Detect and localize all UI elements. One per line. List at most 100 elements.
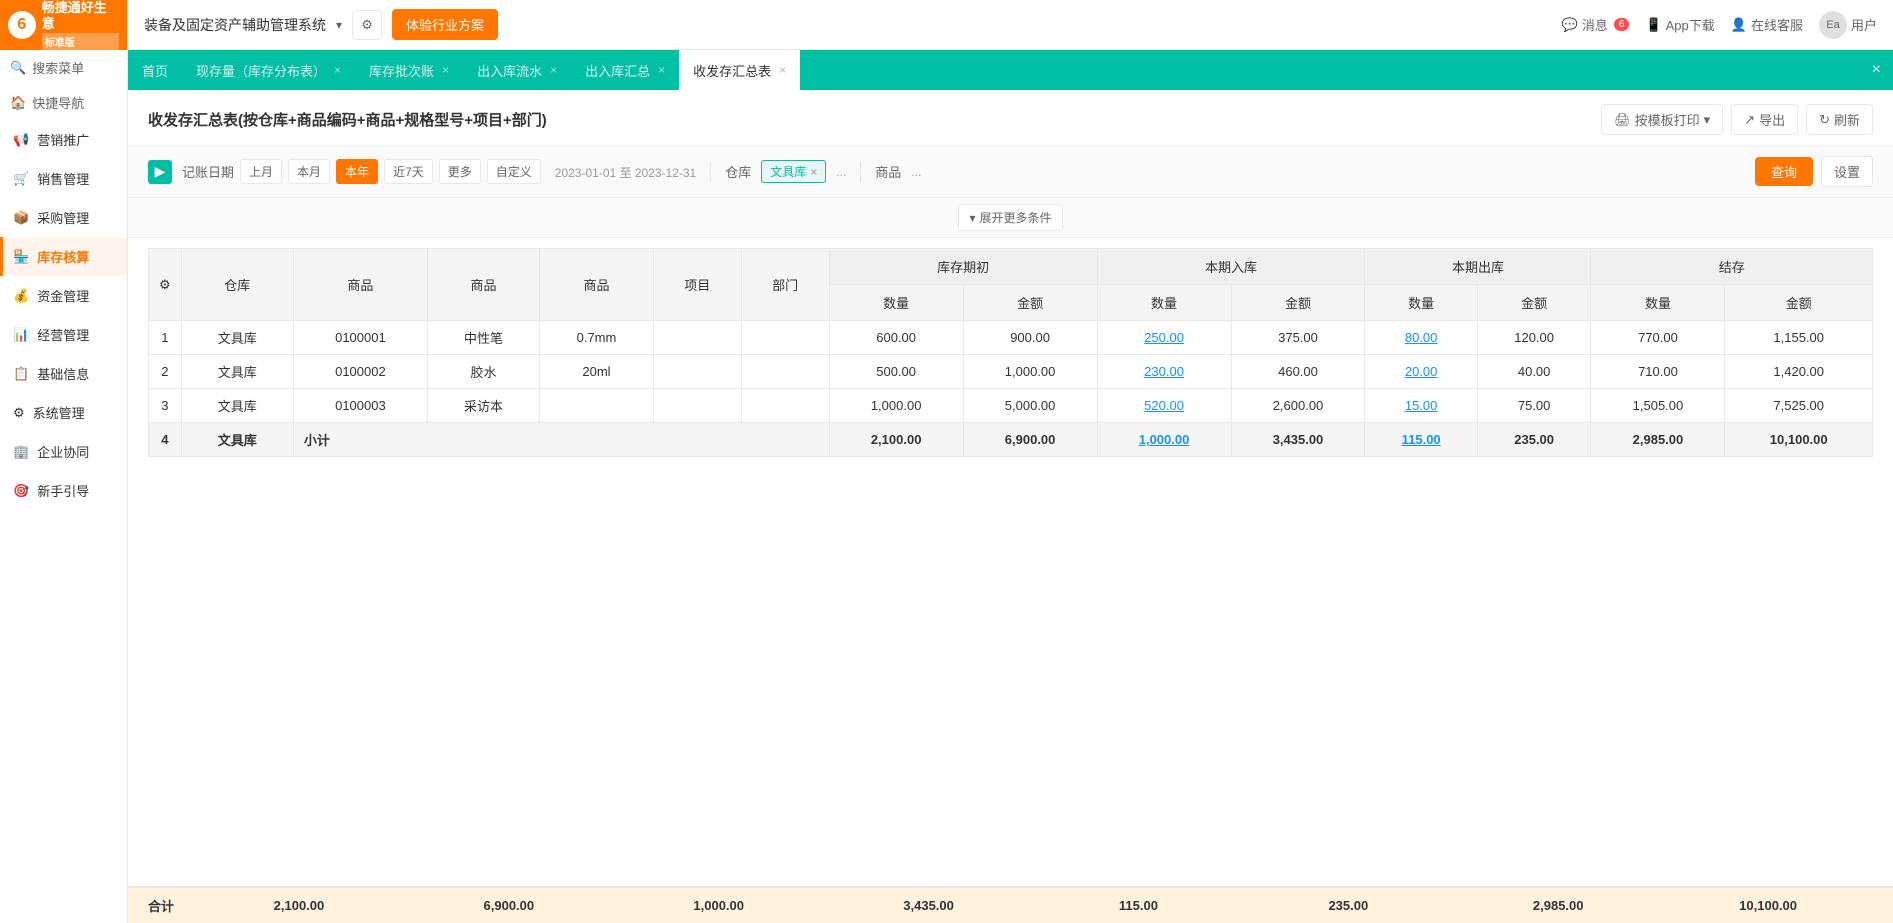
row-open-qty: 500.00 <box>829 355 963 389</box>
chevron-down-icon: ▾ <box>969 211 975 225</box>
messages-button[interactable]: 💬 消息 6 <box>1562 15 1630 34</box>
col-header-out-qty: 数量 <box>1365 285 1477 321</box>
row-out-qty[interactable]: 15.00 <box>1365 389 1477 423</box>
footer-open-amt: 6,900.00 <box>404 898 614 913</box>
user-menu[interactable]: Ea 用户 <box>1819 11 1877 39</box>
row-dept <box>741 355 829 389</box>
tab-label: 出入库汇总 <box>585 61 650 80</box>
filter-expand-button[interactable]: ▶ <box>148 160 172 184</box>
sidebar-item-label: 系统管理 <box>33 403 85 422</box>
chevron-down-icon: ▾ <box>336 18 342 32</box>
row-out-amt: 40.00 <box>1477 355 1591 389</box>
tab-batch[interactable]: 库存批次账 × <box>355 50 463 90</box>
system-icon: ⚙ <box>13 405 25 421</box>
sidebar-item-system[interactable]: ⚙ 系统管理 <box>0 393 127 432</box>
col-header-close-qty: 数量 <box>1591 285 1725 321</box>
sidebar-item-marketing[interactable]: 📢 营销推广 <box>0 120 127 159</box>
sidebar-item-search[interactable]: 🔍 搜索菜单 <box>0 50 127 85</box>
row-out-qty[interactable]: 80.00 <box>1365 321 1477 355</box>
date-7days-btn[interactable]: 近7天 <box>384 159 433 184</box>
sales-icon: 🛒 <box>13 171 29 187</box>
sidebar-item-label: 基础信息 <box>37 364 89 383</box>
export-button[interactable]: ↗ 导出 <box>1731 104 1798 135</box>
refresh-button[interactable]: ↻ 刷新 <box>1806 104 1873 135</box>
goods-more[interactable]: ... <box>911 165 921 179</box>
date-this-month-btn[interactable]: 本月 <box>288 159 330 184</box>
row-out-amt: 75.00 <box>1477 389 1591 423</box>
data-table: ⚙ 仓库 商品 商品 商品 项目 部门 库存期初 本期入库 本期出库 结存 数量 <box>148 248 1873 457</box>
col-group-out: 本期出库 <box>1365 249 1591 285</box>
tab-recv-summary[interactable]: 收发存汇总表 × <box>679 50 800 90</box>
sidebar-item-label: 企业协同 <box>37 442 89 461</box>
tab-close-icon[interactable]: × <box>658 63 665 77</box>
warehouse-tag-label: 文具库 <box>770 163 806 180</box>
sidebar-item-guide[interactable]: 🎯 新手引导 <box>0 471 127 510</box>
sidebar-item-basic-info[interactable]: 📋 基础信息 <box>0 354 127 393</box>
col-header-goods-spec: 商品 <box>540 249 654 321</box>
tab-stock-dist[interactable]: 现存量（库存分布表） × <box>182 50 355 90</box>
row-dept <box>741 321 829 355</box>
row-no: 1 <box>149 321 182 355</box>
sidebar-item-quick-nav[interactable]: 🏠 快捷导航 <box>0 85 127 120</box>
system-dropdown[interactable]: ▾ <box>336 18 342 32</box>
settings-button[interactable]: ⚙ <box>352 10 382 40</box>
subtotal-out-qty[interactable]: 115.00 <box>1365 423 1477 457</box>
row-in-qty[interactable]: 250.00 <box>1097 321 1231 355</box>
app-download-button[interactable]: 📱 App下载 <box>1645 15 1714 34</box>
tab-close-icon[interactable]: × <box>550 63 557 77</box>
tab-close-icon[interactable]: × <box>779 63 786 77</box>
subtotal-open-amt: 6,900.00 <box>963 423 1097 457</box>
total-label: 合计 <box>148 896 174 915</box>
sidebar-item-purchase[interactable]: 📦 采购管理 <box>0 198 127 237</box>
sidebar-item-finance[interactable]: 💰 资金管理 <box>0 276 127 315</box>
tab-close-icon[interactable]: × <box>334 63 341 77</box>
row-warehouse: 文具库 <box>181 355 293 389</box>
warehouse-more[interactable]: ... <box>836 165 846 179</box>
tab-label: 现存量（库存分布表） <box>196 61 326 80</box>
row-open-amt: 1,000.00 <box>963 355 1097 389</box>
tab-close-icon[interactable]: × <box>442 63 449 77</box>
row-open-qty: 600.00 <box>829 321 963 355</box>
sidebar-item-operation[interactable]: 📊 经营管理 <box>0 315 127 354</box>
col-header-open-qty: 数量 <box>829 285 963 321</box>
expand-more-conditions-button[interactable]: ▾ 展开更多条件 <box>958 204 1062 231</box>
refresh-icon: ↻ <box>1819 112 1830 128</box>
sidebar-item-sales[interactable]: 🛒 销售管理 <box>0 159 127 198</box>
warehouse-tag-close[interactable]: × <box>810 165 817 179</box>
row-in-amt: 2,600.00 <box>1231 389 1365 423</box>
footer-in-amt: 3,435.00 <box>824 898 1034 913</box>
date-last-month-btn[interactable]: 上月 <box>240 159 282 184</box>
row-out-qty[interactable]: 20.00 <box>1365 355 1477 389</box>
sidebar-item-corp[interactable]: 🏢 企业协同 <box>0 432 127 471</box>
online-service-button[interactable]: 👤 在线客服 <box>1731 15 1803 34</box>
row-in-qty[interactable]: 520.00 <box>1097 389 1231 423</box>
row-goods-spec <box>540 389 654 423</box>
subtotal-warehouse: 文具库 <box>181 423 293 457</box>
col-header-open-amt: 金额 <box>963 285 1097 321</box>
subtotal-close-amt: 10,100.00 <box>1725 423 1873 457</box>
row-close-amt: 1,420.00 <box>1725 355 1873 389</box>
row-in-qty[interactable]: 230.00 <box>1097 355 1231 389</box>
message-badge: 6 <box>1614 18 1630 31</box>
close-all-tabs-button[interactable]: × <box>1860 61 1893 79</box>
date-custom-btn[interactable]: 自定义 <box>487 159 541 184</box>
row-close-amt: 7,525.00 <box>1725 389 1873 423</box>
subtotal-label: 小计 <box>293 423 829 457</box>
sidebar-item-inventory[interactable]: 🏪 库存核算 <box>0 237 127 276</box>
sidebar-item-label: 新手引导 <box>37 481 89 500</box>
date-this-year-btn[interactable]: 本年 <box>336 159 378 184</box>
tab-inout-summary[interactable]: 出入库汇总 × <box>571 50 679 90</box>
settings-button[interactable]: 设置 <box>1821 156 1873 187</box>
try-industry-button[interactable]: 体验行业方案 <box>392 9 498 40</box>
tab-home[interactable]: 首页 <box>128 50 182 90</box>
query-button[interactable]: 查询 <box>1755 157 1813 186</box>
sidebar-item-label: 资金管理 <box>37 286 89 305</box>
print-button[interactable]: 🖨 按模板打印 ▾ <box>1601 104 1723 135</box>
tab-inout-flow[interactable]: 出入库流水 × <box>463 50 571 90</box>
table-settings-header[interactable]: ⚙ <box>149 249 182 321</box>
col-header-goods-code: 商品 <box>293 249 427 321</box>
date-more-btn[interactable]: 更多 <box>439 159 481 184</box>
print-icon: 🖨 <box>1614 112 1631 128</box>
subtotal-in-qty[interactable]: 1,000.00 <box>1097 423 1231 457</box>
page-content: 收发存汇总表(按仓库+商品编码+商品+规格型号+项目+部门) 🖨 按模板打印 ▾… <box>128 90 1893 886</box>
